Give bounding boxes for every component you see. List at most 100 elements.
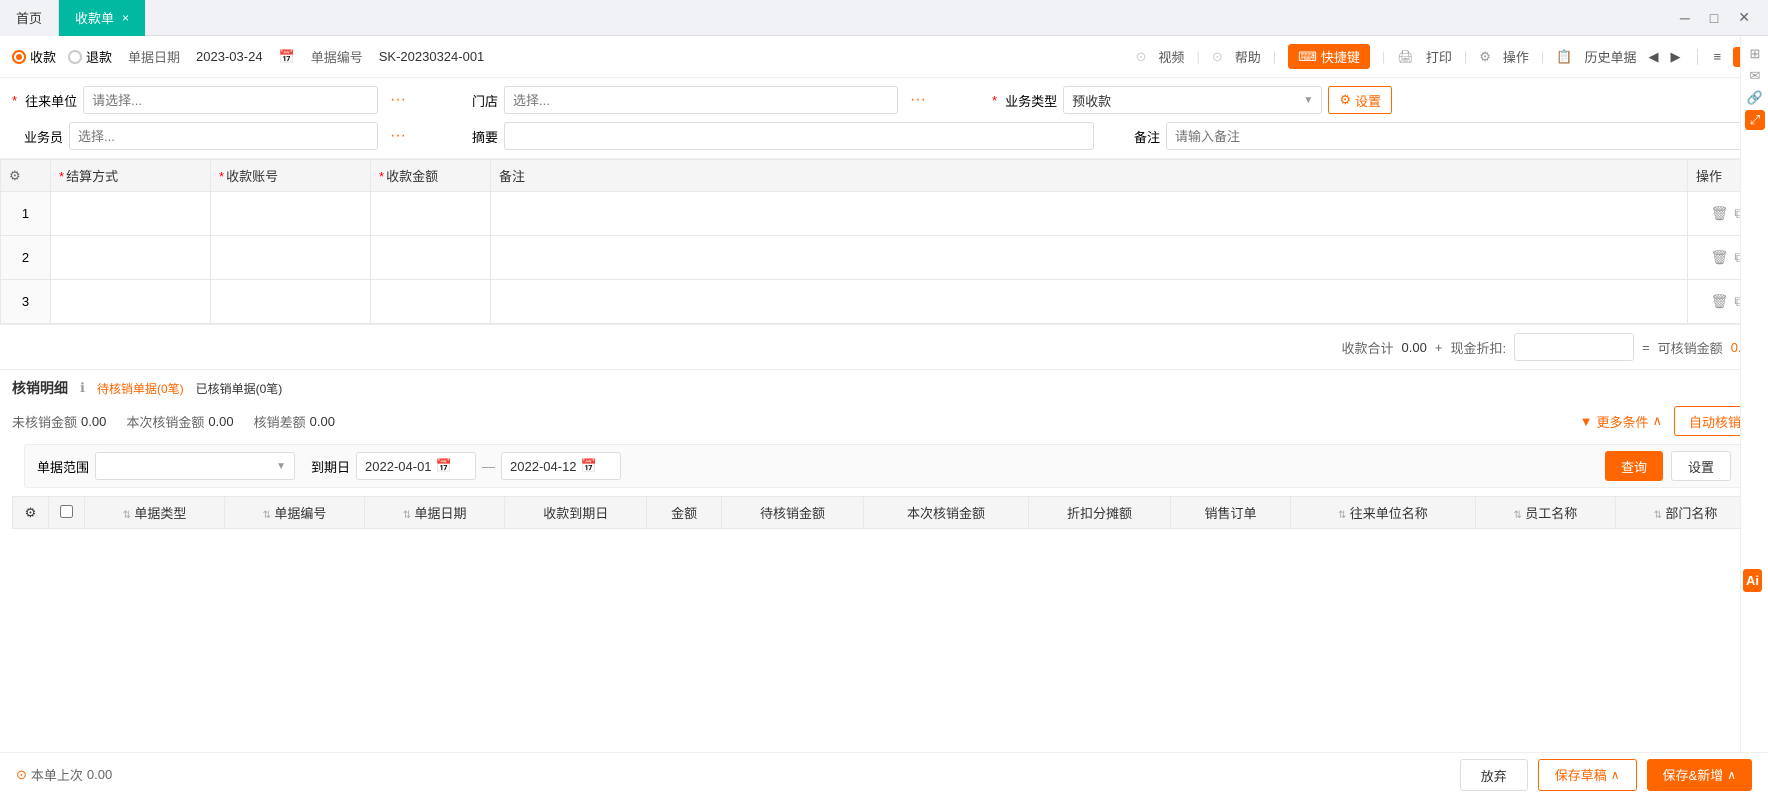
ai-button[interactable]: Ai: [1743, 569, 1762, 592]
shortcut-icon: ⌨: [1298, 49, 1317, 65]
calendar-icon[interactable]: 📅: [279, 49, 295, 65]
summary-label: 摘要: [472, 127, 498, 146]
row-settle-1[interactable]: [51, 192, 211, 236]
tab-receipt-label: 收款单: [75, 8, 114, 27]
view-list-button[interactable]: ≡: [1714, 49, 1722, 64]
row-account-2[interactable]: [211, 236, 371, 280]
shortcut-button[interactable]: ⌨ 快捷键: [1288, 44, 1370, 69]
more-conditions-button[interactable]: ▼ 更多条件 ∧: [1580, 412, 1662, 431]
date-end-value: 2022-04-12: [510, 459, 577, 474]
tab-close-icon[interactable]: ×: [122, 11, 129, 25]
row-delete-icon-3[interactable]: 🗑: [1711, 293, 1729, 310]
home-label: 首页: [16, 8, 42, 27]
store-more-icon[interactable]: ···: [904, 91, 932, 109]
verify-label: 可核销金额: [1658, 338, 1723, 357]
row-account-3[interactable]: [211, 280, 371, 324]
col-remark-header: 备注: [491, 160, 1688, 192]
counterparty-input[interactable]: [83, 86, 378, 114]
row-remark-3[interactable]: [491, 280, 1688, 324]
row-account-1[interactable]: [211, 192, 371, 236]
tab-receipt[interactable]: 收款单 ×: [59, 0, 145, 36]
table-settings-icon[interactable]: ⚙: [9, 168, 21, 183]
col-current-header: 本次核销金额: [864, 497, 1029, 529]
footer-info-icon: ⊙: [16, 767, 27, 783]
discount-input[interactable]: [1514, 333, 1634, 361]
row-amount-3[interactable]: [371, 280, 491, 324]
gear-icon-2[interactable]: ⚙: [25, 505, 37, 520]
total-value: 0.00: [1402, 340, 1427, 355]
print-button[interactable]: 打印: [1426, 47, 1452, 66]
date-label: 单据日期: [128, 47, 180, 66]
date-start-input[interactable]: 2022-04-01 📅: [356, 452, 476, 480]
staff-input[interactable]: [69, 122, 378, 150]
table-row: 1 🗑 ⧉: [1, 192, 1768, 236]
help-button[interactable]: 帮助: [1235, 47, 1261, 66]
row-remark-1[interactable]: [491, 192, 1688, 236]
col-doc-num-header: ⇅ 单据编号: [225, 497, 365, 529]
more-conditions-label: 更多条件: [1596, 412, 1648, 431]
staff-label: 业务员: [12, 127, 63, 146]
row-amount-2[interactable]: [371, 236, 491, 280]
bottom-checkbox-header: ⚙: [13, 497, 49, 529]
remark-input[interactable]: [1166, 122, 1756, 150]
business-type-select[interactable]: 预收款 ▼: [1063, 86, 1322, 114]
radio-refund[interactable]: 退款: [68, 47, 112, 66]
row-amount-1[interactable]: [371, 192, 491, 236]
plus-sign: +: [1435, 340, 1443, 355]
remark-label: 备注: [1134, 127, 1160, 146]
settings-button[interactable]: ⚙ 设置: [1328, 86, 1392, 114]
date-value[interactable]: 2023-03-24: [196, 49, 263, 64]
date-end-input[interactable]: 2022-04-12 📅: [501, 452, 621, 480]
counterparty-field: * 往来单位 ···: [12, 86, 412, 114]
range-select[interactable]: ▼: [95, 452, 295, 480]
radio-receive[interactable]: 收款: [12, 47, 56, 66]
number-value: SK-20230324-001: [379, 49, 485, 64]
col-discount-header: 折扣分摊额: [1028, 497, 1170, 529]
action-button[interactable]: 操作: [1503, 47, 1529, 66]
select-all-checkbox[interactable]: [60, 505, 73, 518]
sidebar-link-icon[interactable]: 🔗: [1745, 88, 1765, 108]
staff-more-icon[interactable]: ···: [384, 127, 412, 145]
store-input[interactable]: [504, 86, 898, 114]
bottom-select-all-header: [49, 497, 85, 529]
row-settle-3[interactable]: [51, 280, 211, 324]
col-doc-type-label: 单据类型: [134, 506, 186, 521]
row-delete-icon-1[interactable]: 🗑: [1711, 205, 1729, 222]
tab-pending[interactable]: 待核销单据(0笔): [97, 380, 184, 397]
nav-prev-button[interactable]: ◀: [1649, 49, 1659, 65]
circle-icon-help: ⊙: [1212, 49, 1223, 65]
tab-home[interactable]: 首页: [0, 0, 59, 36]
tab-bar: 首页 收款单 × ─ □ ✕: [0, 0, 1768, 36]
close-button[interactable]: ✕: [1732, 7, 1756, 28]
save-new-button[interactable]: 保存&新增 ∧: [1647, 759, 1752, 791]
filter-setting-button[interactable]: 设置: [1671, 451, 1731, 481]
sidebar-expand-icon[interactable]: ⤢: [1745, 110, 1765, 130]
counterparty-more-icon[interactable]: ···: [384, 91, 412, 109]
video-button[interactable]: 视频: [1158, 47, 1184, 66]
required-star-2: *: [992, 93, 997, 108]
nav-next-button[interactable]: ▶: [1671, 49, 1681, 65]
sidebar-table-icon[interactable]: ⊞: [1745, 44, 1765, 64]
row-remark-2[interactable]: [491, 236, 1688, 280]
sidebar-mail-icon[interactable]: ✉: [1745, 66, 1765, 86]
table-header-row: ⚙ *结算方式 *收款账号 *收款金额 备注 操作: [1, 160, 1768, 192]
form-section: * 往来单位 ··· 门店 ··· * 业务类型 预收款 ▼ ⚙: [0, 78, 1768, 159]
tab-done[interactable]: 已核销单据(0笔): [196, 380, 283, 397]
row-num-2: 2: [1, 236, 51, 280]
writeoff-section: 核销明细 ℹ 待核销单据(0笔) 已核销单据(0笔) 未核销金额 0.00 本次…: [0, 370, 1768, 496]
info-icon[interactable]: ℹ: [80, 380, 85, 396]
row-settle-2[interactable]: [51, 236, 211, 280]
writeoff-stats: 未核销金额 0.00 本次核销金额 0.00 核销差额 0.00 ▼ 更多条件 …: [12, 406, 1756, 436]
query-button[interactable]: 查询: [1605, 451, 1663, 481]
save-draft-button[interactable]: 保存草稿 ∧: [1538, 759, 1637, 791]
minimize-button[interactable]: ─: [1674, 8, 1696, 28]
row-delete-icon-2[interactable]: 🗑: [1711, 249, 1729, 266]
abandon-button[interactable]: 放弃: [1460, 759, 1528, 791]
summary-input[interactable]: [504, 122, 1094, 150]
business-type-value: 预收款: [1072, 91, 1111, 110]
date-separator: —: [482, 459, 495, 474]
store-label: 门店: [472, 91, 498, 110]
table-section: ⚙ *结算方式 *收款账号 *收款金额 备注 操作: [0, 159, 1768, 324]
maximize-button[interactable]: □: [1704, 8, 1724, 28]
history-button[interactable]: 历史单据: [1584, 47, 1636, 66]
